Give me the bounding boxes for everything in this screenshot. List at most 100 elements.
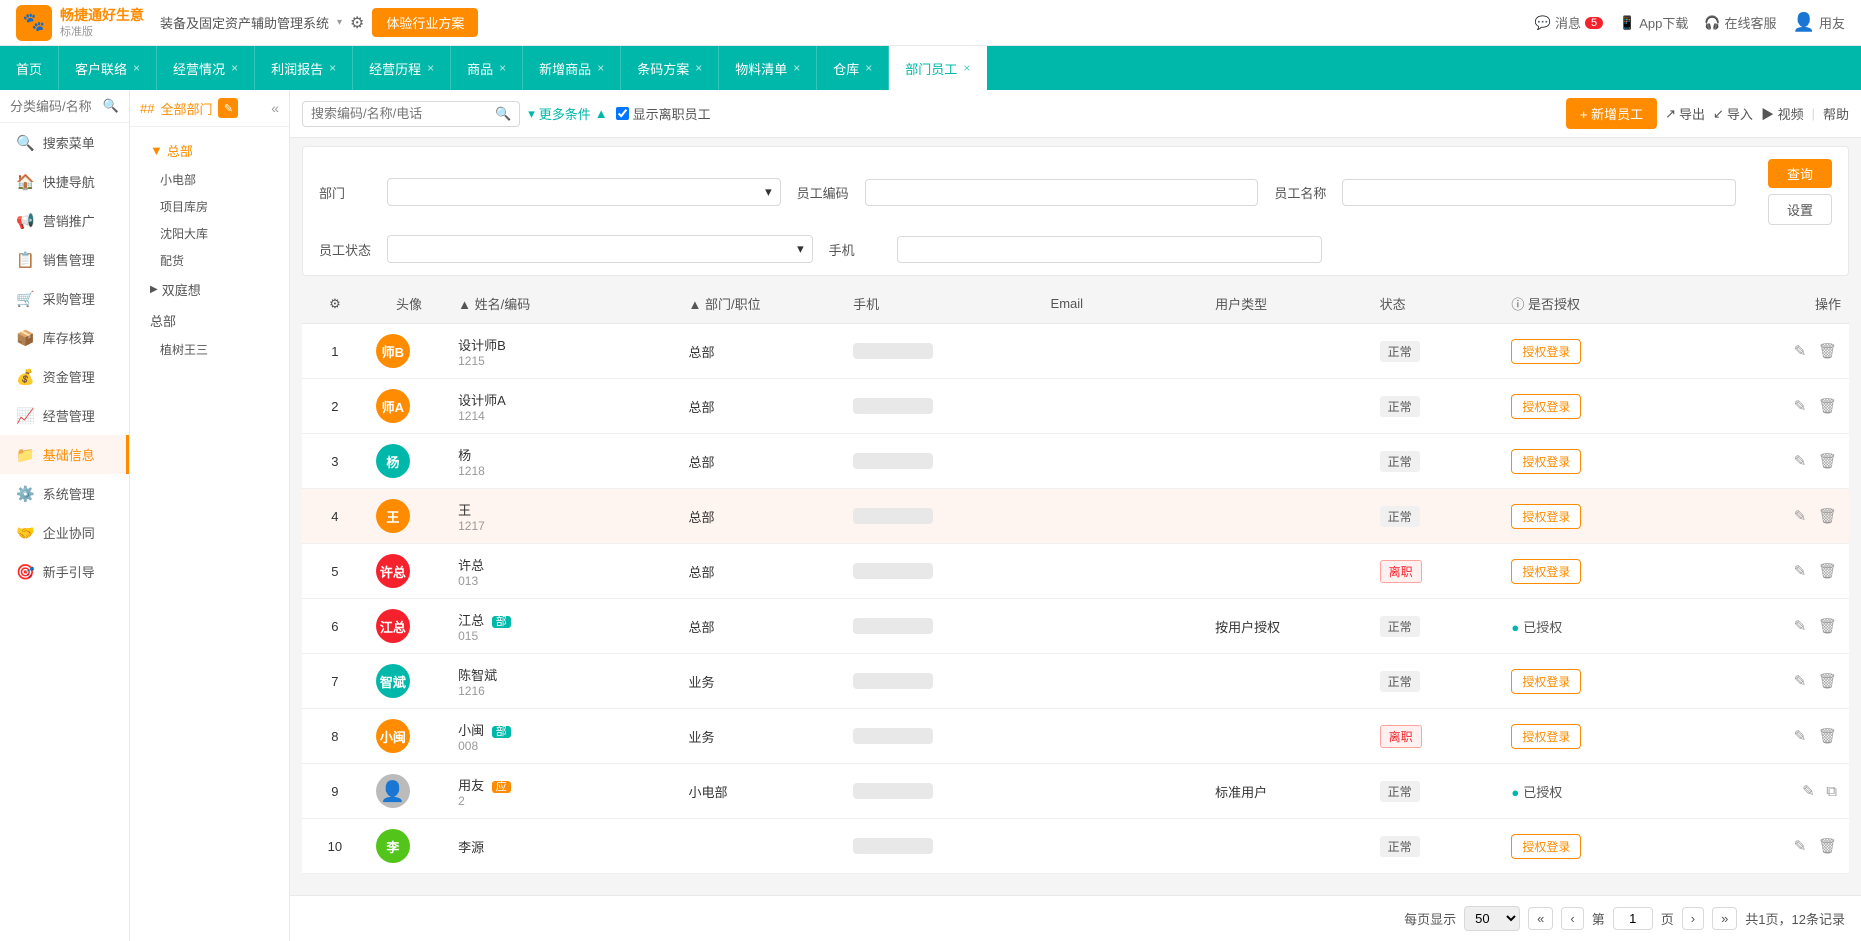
page-number-input[interactable] (1613, 907, 1653, 930)
sidebar-item-guide[interactable]: 🎯 新手引导 (0, 552, 129, 591)
nav-item-customers[interactable]: 客户联络 × (59, 46, 157, 90)
dept-node-shuangtingxiang[interactable]: ▶ 双庭想 (130, 274, 289, 305)
sidebar-item-marketing[interactable]: 📢 营销推广 (0, 201, 129, 240)
authorize-btn-2[interactable]: 授权登录 (1511, 394, 1581, 419)
dept-filter-select[interactable]: ▾ (387, 178, 781, 206)
dept-subnode-delivery[interactable]: 配货 (130, 247, 289, 274)
last-page-btn[interactable]: » (1712, 907, 1737, 930)
nav-item-new-goods[interactable]: 新增商品 × (523, 46, 621, 90)
nav-item-employees[interactable]: 部门员工 × (889, 46, 987, 90)
delete-btn-2[interactable]: 🗑 (1814, 395, 1841, 417)
edit-btn-2[interactable]: ✎ (1790, 395, 1811, 417)
dept-subnode-shenyang[interactable]: 沈阳大库 (130, 220, 289, 247)
trial-button[interactable]: 体验行业方案 (372, 8, 478, 37)
sidebar-item-finance[interactable]: 💰 资金管理 (0, 357, 129, 396)
copy-btn-9[interactable]: ⧉ (1822, 781, 1841, 802)
authorize-btn-4[interactable]: 授权登录 (1511, 504, 1581, 529)
export-button[interactable]: ↗ 导出 (1665, 104, 1705, 123)
status-filter-select[interactable]: ▾ (387, 235, 813, 263)
nav-close-goods[interactable]: × (499, 61, 506, 75)
delete-btn-5[interactable]: 🗑 (1814, 560, 1841, 582)
help-button[interactable]: 帮助 (1823, 104, 1849, 123)
delete-btn-3[interactable]: 🗑 (1814, 450, 1841, 472)
show-resigned-checkbox[interactable] (616, 107, 629, 120)
nav-item-barcode[interactable]: 条码方案 × (621, 46, 719, 90)
delete-btn-1[interactable]: 🗑 (1814, 340, 1841, 362)
nav-close-barcode[interactable]: × (695, 61, 702, 75)
query-button[interactable]: 查询 (1768, 159, 1832, 188)
set-button[interactable]: 设置 (1768, 194, 1832, 225)
dept-node-hq2[interactable]: 总部 (130, 305, 289, 336)
col-settings[interactable]: ⚙ (302, 284, 368, 324)
col-name-header[interactable]: ▲ 姓名/编码 (450, 284, 680, 324)
edit-btn-3[interactable]: ✎ (1790, 450, 1811, 472)
sidebar-item-purchase[interactable]: 🛒 采购管理 (0, 279, 129, 318)
dept-subnode-small[interactable]: 小电部 (130, 166, 289, 193)
edit-btn-7[interactable]: ✎ (1790, 670, 1811, 692)
empcode-filter-input[interactable] (865, 179, 1259, 206)
message-action[interactable]: 💬 消息 5 (1535, 13, 1603, 32)
show-resigned-label[interactable]: 显示离职员工 (616, 104, 711, 123)
nav-item-bom[interactable]: 物料清单 × (719, 46, 817, 90)
search-input[interactable] (311, 106, 491, 121)
nav-item-warehouse[interactable]: 仓库 × (817, 46, 889, 90)
app-download-action[interactable]: 📱 App下载 (1619, 13, 1688, 32)
add-employee-button[interactable]: + 新增员工 (1566, 98, 1657, 129)
delete-btn-7[interactable]: 🗑 (1814, 670, 1841, 692)
sidebar-item-nav[interactable]: 🏠 快捷导航 (0, 162, 129, 201)
phone-filter-input[interactable] (897, 236, 1323, 263)
online-service-action[interactable]: 🎧 在线客服 (1704, 13, 1776, 32)
dept-all-header[interactable]: ## 全部部门 ✎ « (130, 90, 289, 127)
delete-btn-10[interactable]: 🗑 (1814, 835, 1841, 857)
nav-close-customers[interactable]: × (133, 61, 140, 75)
nav-close-bom[interactable]: × (793, 61, 800, 75)
edit-btn-5[interactable]: ✎ (1790, 560, 1811, 582)
more-filter-button[interactable]: ▾ 更多条件 ▲ (528, 104, 607, 123)
empname-filter-input[interactable] (1342, 179, 1736, 206)
dept-node-headquarters[interactable]: ▼ 总部 (130, 135, 289, 166)
dept-subnode-project[interactable]: 项目库房 (130, 193, 289, 220)
video-button[interactable]: ▶ 视频 (1761, 104, 1804, 123)
authorize-btn-3[interactable]: 授权登录 (1511, 449, 1581, 474)
sidebar-item-collab[interactable]: 🤝 企业协同 (0, 513, 129, 552)
edit-btn-9[interactable]: ✎ (1798, 780, 1819, 802)
sidebar-item-basic[interactable]: 📁 基础信息 (0, 435, 129, 474)
nav-close-profit[interactable]: × (329, 61, 336, 75)
authorize-btn-5[interactable]: 授权登录 (1511, 559, 1581, 584)
col-dept-header[interactable]: ▲ 部门/职位 (681, 284, 846, 324)
edit-btn-8[interactable]: ✎ (1790, 725, 1811, 747)
prev-page-btn[interactable]: ‹ (1561, 907, 1583, 930)
sidebar-item-operation[interactable]: 📈 经营管理 (0, 396, 129, 435)
nav-close-history[interactable]: × (427, 61, 434, 75)
sidebar-search-input[interactable] (10, 99, 97, 114)
nav-item-history[interactable]: 经营历程 × (353, 46, 451, 90)
nav-item-operations[interactable]: 经营情况 × (157, 46, 255, 90)
delete-btn-4[interactable]: 🗑 (1814, 505, 1841, 527)
authorize-btn-8[interactable]: 授权登录 (1511, 724, 1581, 749)
delete-btn-8[interactable]: 🗑 (1814, 725, 1841, 747)
edit-btn-4[interactable]: ✎ (1790, 505, 1811, 527)
authorize-btn-1[interactable]: 授权登录 (1511, 339, 1581, 364)
edit-btn-1[interactable]: ✎ (1790, 340, 1811, 362)
sidebar-item-search[interactable]: 🔍 搜索菜单 (0, 123, 129, 162)
nav-item-profit[interactable]: 利润报告 × (255, 46, 353, 90)
edit-btn-6[interactable]: ✎ (1790, 615, 1811, 637)
dept-edit-icon[interactable]: ✎ (218, 98, 238, 118)
nav-item-goods[interactable]: 商品 × (451, 46, 523, 90)
import-button[interactable]: ↙ 导入 (1713, 104, 1753, 123)
sidebar-item-sales[interactable]: 📋 销售管理 (0, 240, 129, 279)
authorize-btn-10[interactable]: 授权登录 (1511, 834, 1581, 859)
dept-subnode-planting[interactable]: 植树王三 (130, 336, 289, 363)
nav-close-operations[interactable]: × (231, 61, 238, 75)
next-page-btn[interactable]: › (1682, 907, 1704, 930)
edit-btn-10[interactable]: ✎ (1790, 835, 1811, 857)
first-page-btn[interactable]: « (1528, 907, 1553, 930)
nav-item-home[interactable]: 首页 (0, 46, 59, 90)
nav-close-warehouse[interactable]: × (865, 61, 872, 75)
nav-close-new-goods[interactable]: × (597, 61, 604, 75)
user-action[interactable]: 👤 用友 (1793, 12, 1845, 33)
delete-btn-6[interactable]: 🗑 (1814, 615, 1841, 637)
gear-button[interactable]: ⚙ (350, 13, 364, 33)
sidebar-item-system[interactable]: ⚙️ 系统管理 (0, 474, 129, 513)
nav-close-employees[interactable]: × (963, 61, 970, 75)
